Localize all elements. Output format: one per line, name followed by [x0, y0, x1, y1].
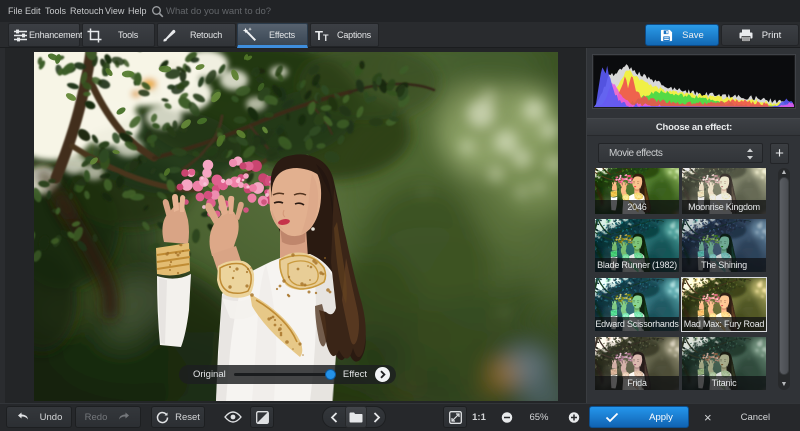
svg-text:T: T	[315, 28, 323, 43]
svg-text:T: T	[323, 33, 329, 43]
